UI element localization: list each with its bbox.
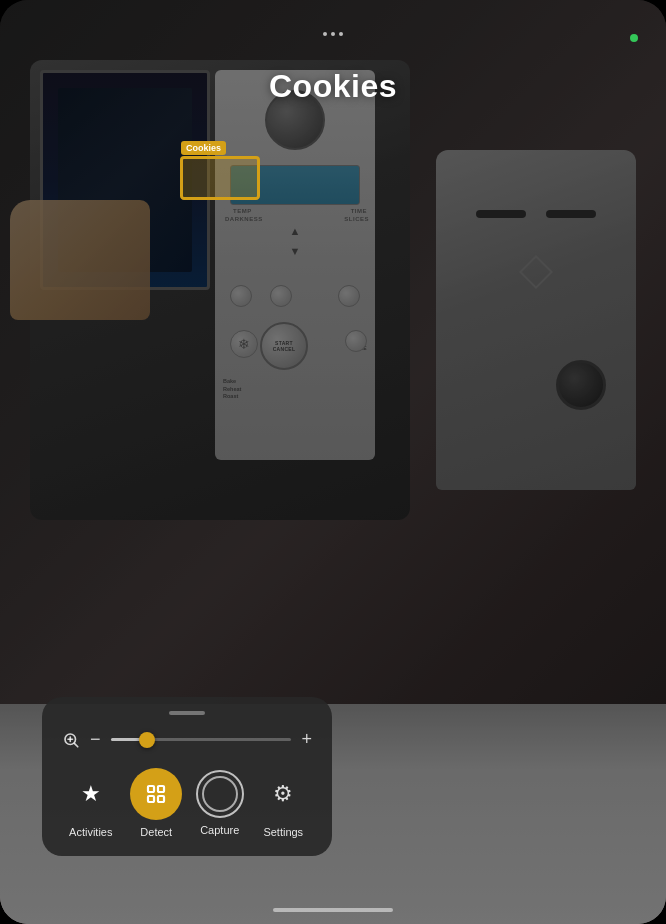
drag-handle[interactable]: [169, 711, 205, 715]
app-container: Bagel Toast Pizza TEMP DARKNESS TIME SLI…: [0, 0, 666, 924]
detect-button[interactable]: Detect: [130, 768, 182, 838]
zoom-minus-label[interactable]: −: [90, 729, 101, 750]
detection-box-label: Cookies: [181, 141, 226, 155]
capture-label: Capture: [200, 824, 239, 836]
settings-button[interactable]: ⚙ Settings: [257, 768, 309, 838]
settings-label: Settings: [263, 826, 303, 838]
status-green-dot: [630, 34, 638, 42]
activities-label: Activities: [69, 826, 112, 838]
settings-icon-circle: ⚙: [257, 768, 309, 820]
zoom-slider-track[interactable]: [111, 738, 292, 741]
detect-label: Detect: [140, 826, 172, 838]
detection-title: Cookies: [0, 68, 666, 105]
zoom-slider-row: − +: [58, 729, 316, 750]
svg-rect-5: [158, 786, 164, 792]
gear-icon: ⚙: [273, 781, 293, 807]
zoom-plus-label[interactable]: +: [301, 729, 312, 750]
svg-rect-4: [148, 786, 154, 792]
zoom-slider-thumb[interactable]: [139, 732, 155, 748]
home-indicator: [273, 908, 393, 912]
svg-rect-6: [148, 796, 154, 802]
activities-icon-circle: ★: [65, 768, 117, 820]
actions-row: ★ Activities Detect: [58, 768, 316, 838]
detect-scan-icon: [143, 781, 169, 807]
dot-1: [323, 32, 327, 36]
activities-button[interactable]: ★ Activities: [65, 768, 117, 838]
detect-icon-circle: [130, 768, 182, 820]
dot-3: [339, 32, 343, 36]
top-dots: [323, 32, 343, 36]
capture-icon-inner: [202, 776, 238, 812]
capture-icon-outer: [196, 770, 244, 818]
star-icon: ★: [81, 781, 101, 807]
bottom-toolbar-panel: − + ★ Activities: [42, 697, 332, 856]
svg-rect-7: [158, 796, 164, 802]
svg-line-1: [74, 743, 77, 746]
zoom-in-icon: [62, 731, 80, 749]
dot-2: [331, 32, 335, 36]
detection-box: Cookies: [180, 156, 260, 200]
capture-button[interactable]: Capture: [196, 770, 244, 836]
